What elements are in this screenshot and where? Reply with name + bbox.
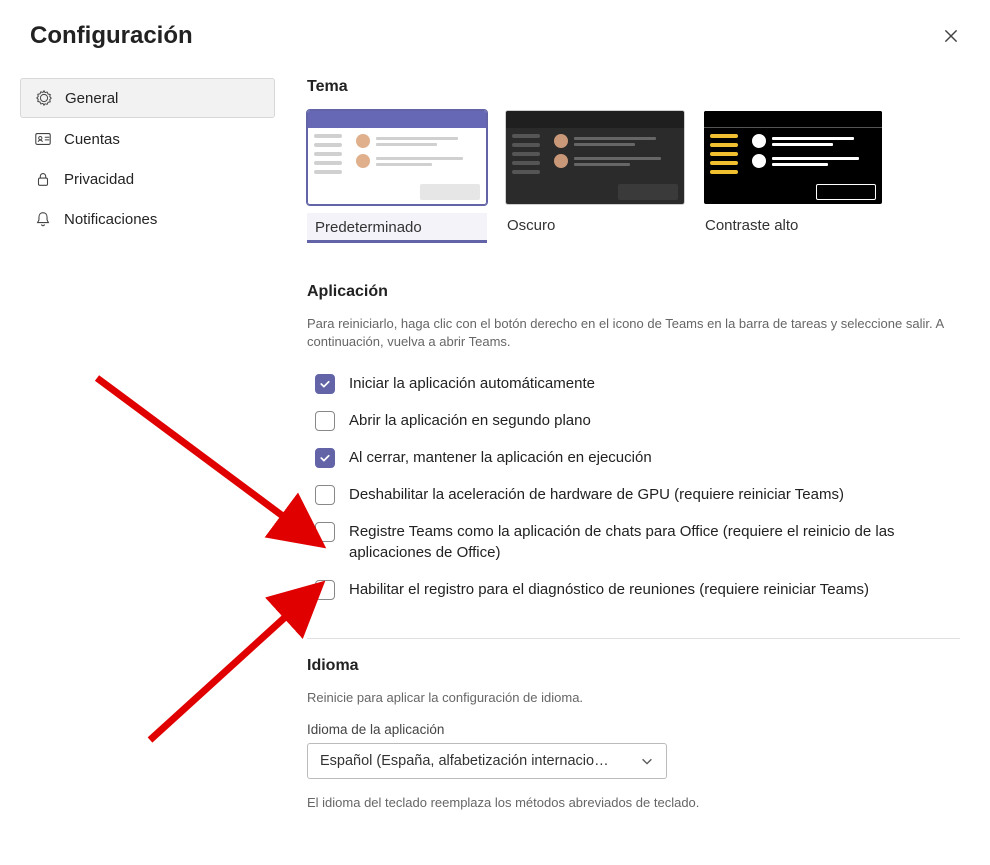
bell-icon <box>34 210 52 228</box>
language-select[interactable]: Español (España, alfabetización internac… <box>307 743 667 779</box>
sidebar-item-cuentas[interactable]: Cuentas <box>20 120 275 158</box>
checkbox[interactable] <box>315 485 335 505</box>
checkbox-row: Deshabilitar la aceleración de hardware … <box>307 476 960 513</box>
checkbox-label: Iniciar la aplicación automáticamente <box>349 373 595 394</box>
sidebar-item-label: Privacidad <box>64 171 134 188</box>
sidebar-item-notificaciones[interactable]: Notificaciones <box>20 200 275 238</box>
close-button[interactable] <box>942 27 960 45</box>
gear-icon <box>35 89 53 107</box>
theme-option-def[interactable]: Predeterminado <box>307 110 487 243</box>
sidebar: General Cuentas Privacidad Notificaciones <box>20 78 275 810</box>
card-icon <box>34 130 52 148</box>
checkbox[interactable] <box>315 411 335 431</box>
theme-option-hc[interactable]: Contraste alto <box>703 110 883 243</box>
checkbox-label: Registre Teams como la aplicación de cha… <box>349 521 952 563</box>
checkbox-label: Deshabilitar la aceleración de hardware … <box>349 484 844 505</box>
checkbox[interactable] <box>315 448 335 468</box>
theme-preview <box>703 110 883 205</box>
theme-label: Contraste alto <box>705 217 881 234</box>
separator <box>307 638 960 639</box>
checkbox-row: Iniciar la aplicación automáticamente <box>307 365 960 402</box>
checkbox[interactable] <box>315 580 335 600</box>
theme-section-title: Tema <box>307 78 960 96</box>
checkbox-label: Al cerrar, mantener la aplicación en eje… <box>349 447 652 468</box>
checkbox-label: Abrir la aplicación en segundo plano <box>349 410 591 431</box>
language-select-label: Idioma de la aplicación <box>307 722 960 737</box>
checkbox-row: Habilitar el registro para el diagnóstic… <box>307 571 960 608</box>
close-icon <box>942 27 960 45</box>
checkbox-label: Habilitar el registro para el diagnóstic… <box>349 579 869 600</box>
theme-label: Oscuro <box>507 217 683 234</box>
page-title: Configuración <box>30 22 193 50</box>
theme-preview <box>307 110 487 205</box>
language-section-title: Idioma <box>307 657 960 675</box>
checkbox[interactable] <box>315 522 335 542</box>
sidebar-item-privacidad[interactable]: Privacidad <box>20 160 275 198</box>
chevron-down-icon <box>640 754 654 768</box>
application-subtitle: Para reiniciarlo, haga clic con el botón… <box>307 315 960 351</box>
sidebar-item-general[interactable]: General <box>20 78 275 118</box>
language-select-value: Español (España, alfabetización internac… <box>320 753 609 769</box>
checkbox-row: Registre Teams como la aplicación de cha… <box>307 513 960 571</box>
theme-option-dark[interactable]: Oscuro <box>505 110 685 243</box>
application-section-title: Aplicación <box>307 283 960 301</box>
main-content: Tema PredeterminadoOscuroContraste alto … <box>307 78 970 810</box>
checkbox[interactable] <box>315 374 335 394</box>
theme-label: Predeterminado <box>315 219 479 236</box>
checkbox-row: Abrir la aplicación en segundo plano <box>307 402 960 439</box>
theme-preview <box>505 110 685 205</box>
application-checks: Iniciar la aplicación automáticamente Abr… <box>307 365 960 608</box>
sidebar-item-label: Cuentas <box>64 131 120 148</box>
language-footer: El idioma del teclado reemplaza los méto… <box>307 795 960 810</box>
lock-icon <box>34 170 52 188</box>
theme-options: Predeterminado Oscuro Contraste alto <box>307 110 960 243</box>
sidebar-item-label: Notificaciones <box>64 211 157 228</box>
language-subtitle: Reinicie para aplicar la configuración d… <box>307 689 960 707</box>
checkbox-row: Al cerrar, mantener la aplicación en eje… <box>307 439 960 476</box>
sidebar-item-label: General <box>65 90 118 107</box>
